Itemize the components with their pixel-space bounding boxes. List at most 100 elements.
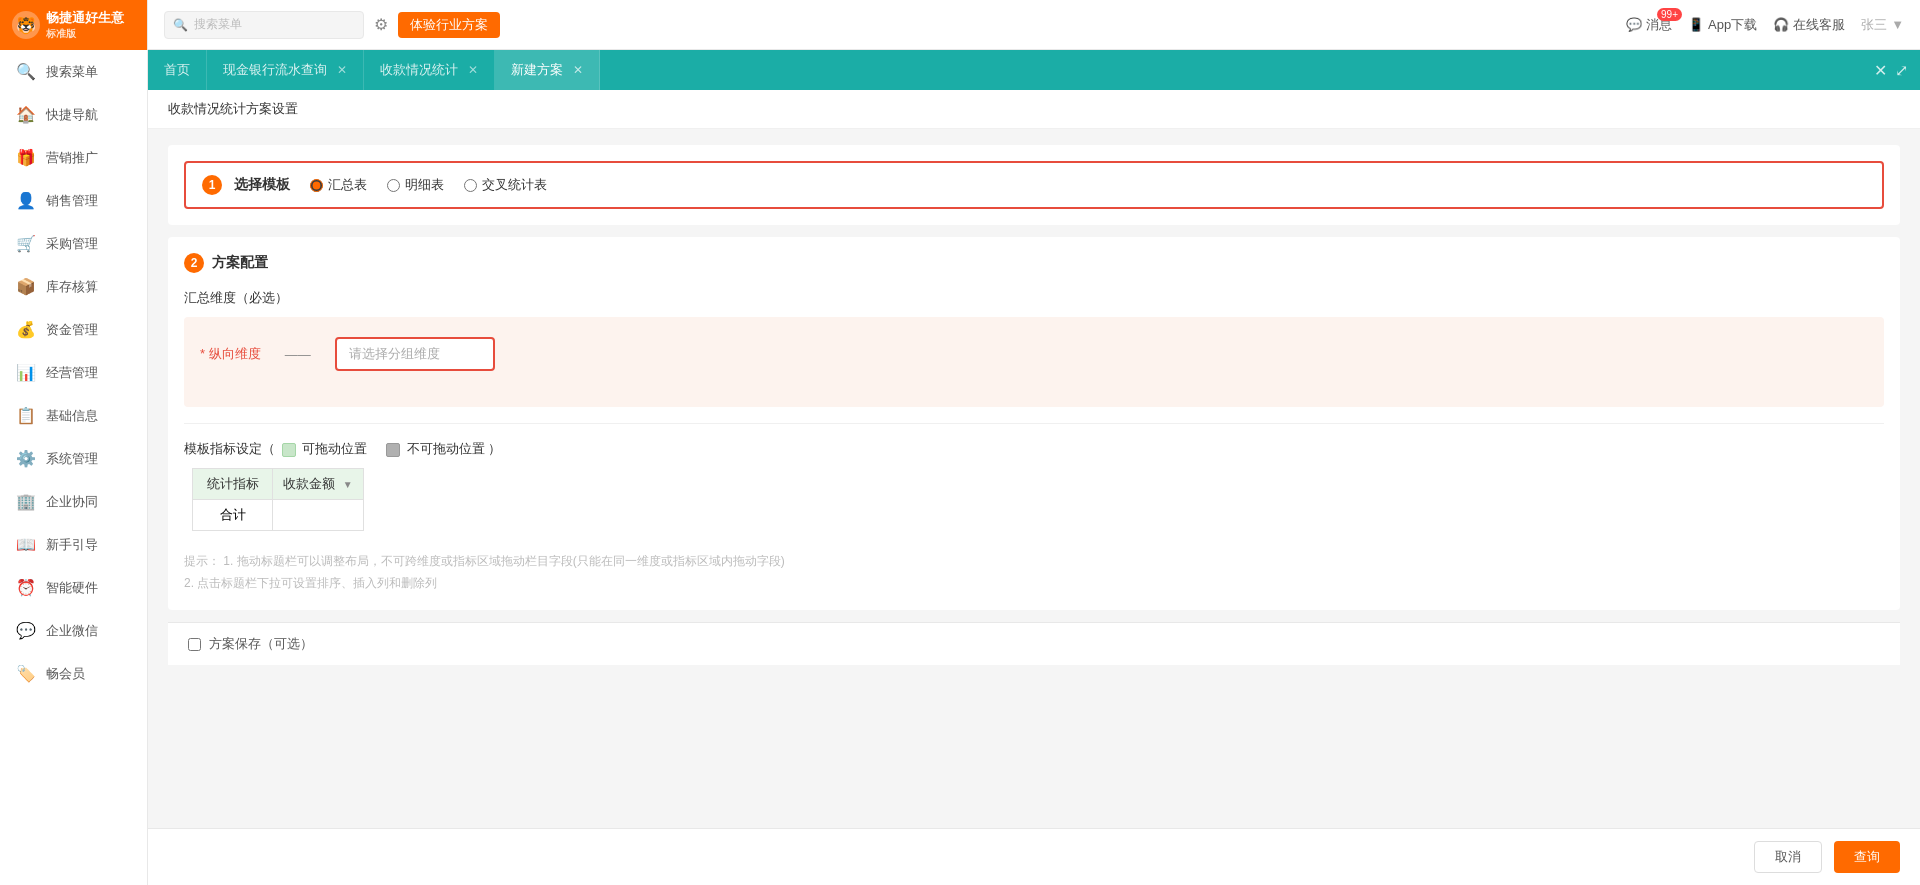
content-area: 1 选择模板 汇总表 明细表 交叉统计表	[148, 129, 1920, 693]
tabs-window-buttons: ✕ ⤢	[1874, 61, 1920, 80]
sidebar-item-label: 资金管理	[46, 321, 98, 339]
vertical-label: * 纵向维度	[200, 345, 261, 363]
tab-new-plan[interactable]: 新建方案 ✕	[495, 50, 600, 90]
sidebar-item-basic-info[interactable]: 📋 基础信息	[0, 394, 147, 437]
search-icon: 🔍	[173, 18, 188, 32]
dimension-select-dropdown[interactable]: 请选择分组维度	[335, 337, 495, 371]
sidebar-item-label: 销售管理	[46, 192, 98, 210]
sidebar-item-marketing[interactable]: 🎁 营销推广	[0, 136, 147, 179]
settings-icon[interactable]: ⚙	[374, 15, 388, 34]
sidebar-item-label: 企业微信	[46, 622, 98, 640]
app-download-btn[interactable]: 📱 App下载	[1688, 16, 1757, 34]
indicator-header-label: 模板指标设定（ 可拖动位置 不可拖动位置 ）	[184, 440, 501, 458]
tab-bank-flow-close[interactable]: ✕	[337, 63, 347, 77]
sidebar-item-label: 智能硬件	[46, 579, 98, 597]
chat-icon: 💬	[16, 621, 36, 640]
sidebar-item-sales[interactable]: 👤 销售管理	[0, 179, 147, 222]
step2-number: 2	[184, 253, 204, 273]
tab-home[interactable]: 首页	[148, 50, 207, 90]
query-button[interactable]: 查询	[1834, 841, 1900, 873]
tab-collection-stats[interactable]: 收款情况统计 ✕	[364, 50, 495, 90]
sidebar-item-system[interactable]: ⚙️ 系统管理	[0, 437, 147, 480]
sidebar-nav: 🔍 搜索菜单 🏠 快捷导航 🎁 营销推广 👤 销售管理 🛒 采购管理 📦 库存核…	[0, 50, 147, 885]
tab-collection-stats-close[interactable]: ✕	[468, 63, 478, 77]
trial-button[interactable]: 体验行业方案	[398, 12, 500, 38]
save-label[interactable]: 方案保存（可选）	[209, 635, 313, 653]
radio-summary-label: 汇总表	[328, 176, 367, 194]
logo-badge: 标准版	[46, 27, 124, 41]
tag-icon: 🏷️	[16, 664, 36, 683]
col-dropdown-icon[interactable]: ▼	[343, 479, 353, 490]
sidebar-item-member[interactable]: 🏷️ 畅会员	[0, 652, 147, 695]
tab-bank-flow-label: 现金银行流水查询	[223, 61, 327, 79]
chevron-down-icon: ▼	[1891, 17, 1904, 32]
tab-collection-stats-label: 收款情况统计	[380, 61, 458, 79]
topbar-left: 🔍 搜索菜单 ⚙ 体验行业方案	[164, 11, 500, 39]
indicator-table: 统计指标 收款金额 ▼ 合计	[192, 468, 364, 531]
notif-badge: 99+	[1657, 8, 1682, 21]
save-checkbox[interactable]	[188, 638, 201, 651]
window-maximize-icon[interactable]: ⤢	[1895, 61, 1908, 80]
sidebar-item-purchase[interactable]: 🛒 采购管理	[0, 222, 147, 265]
sidebar-item-search-menu[interactable]: 🔍 搜索菜单	[0, 50, 147, 93]
sidebar-item-wechat[interactable]: 💬 企业微信	[0, 609, 147, 652]
cancel-button[interactable]: 取消	[1754, 841, 1822, 873]
sidebar-item-label: 库存核算	[46, 278, 98, 296]
sidebar-item-hardware[interactable]: ⏰ 智能硬件	[0, 566, 147, 609]
stat-indicator-header: 统计指标	[193, 469, 273, 500]
message-icon: 💬	[1626, 17, 1642, 32]
topbar-right: 💬 消息 99+ 📱 App下载 🎧 在线客服 张三 ▼	[1626, 16, 1904, 34]
row1-val	[273, 500, 364, 531]
col1-header[interactable]: 收款金额 ▼	[273, 469, 364, 500]
user-info[interactable]: 张三 ▼	[1861, 16, 1904, 34]
sidebar-item-label: 基础信息	[46, 407, 98, 425]
indicator-header: 模板指标设定（ 可拖动位置 不可拖动位置 ）	[184, 440, 1884, 458]
logo-icon: 🐯	[12, 11, 40, 39]
step1-title: 选择模板	[234, 176, 290, 194]
tab-home-label: 首页	[164, 61, 190, 79]
vertical-dimension-row: * 纵向维度 —— 请选择分组维度	[200, 337, 1868, 371]
sidebar-item-guide[interactable]: 📖 新手引导	[0, 523, 147, 566]
sidebar-item-label: 快捷导航	[46, 106, 98, 124]
step2-title: 方案配置	[212, 254, 268, 272]
gift-icon: 🎁	[16, 148, 36, 167]
clipboard-icon: 📋	[16, 406, 36, 425]
sidebar-item-operations[interactable]: 📊 经营管理	[0, 351, 147, 394]
tabs-bar: 首页 现金银行流水查询 ✕ 收款情况统计 ✕ 新建方案 ✕ ✕ ⤢	[148, 50, 1920, 90]
radio-summary-input[interactable]	[310, 179, 323, 192]
gear-icon: ⚙️	[16, 449, 36, 468]
radio-cross-input[interactable]	[464, 179, 477, 192]
tab-bank-flow[interactable]: 现金银行流水查询 ✕	[207, 50, 364, 90]
search-bar[interactable]: 🔍 搜索菜单	[164, 11, 364, 39]
notification-btn[interactable]: 💬 消息 99+	[1626, 16, 1672, 34]
radio-detail[interactable]: 明细表	[387, 176, 444, 194]
topbar: 🔍 搜索菜单 ⚙ 体验行业方案 💬 消息 99+ 📱 App下载 🎧 在线客服 …	[148, 0, 1920, 50]
radio-summary[interactable]: 汇总表	[310, 176, 367, 194]
logo-text: 畅捷通好生意	[46, 9, 124, 27]
sidebar-item-label: 新手引导	[46, 536, 98, 554]
customer-service-btn[interactable]: 🎧 在线客服	[1773, 16, 1845, 34]
breadcrumb: 收款情况统计方案设置	[168, 101, 298, 116]
cart-icon: 🛒	[16, 234, 36, 253]
sidebar-item-finance[interactable]: 💰 资金管理	[0, 308, 147, 351]
main-content: 收款情况统计方案设置 1 选择模板 汇总表 明细表	[148, 90, 1920, 885]
sidebar-item-label: 采购管理	[46, 235, 98, 253]
download-icon: 📱	[1688, 17, 1704, 32]
radio-cross[interactable]: 交叉统计表	[464, 176, 547, 194]
sidebar-logo: 🐯 畅捷通好生意 标准版	[0, 0, 147, 50]
dimension-label: 汇总维度（必选）	[184, 289, 1884, 307]
sidebar-item-quick-nav[interactable]: 🏠 快捷导航	[0, 93, 147, 136]
tab-new-plan-close[interactable]: ✕	[573, 63, 583, 77]
sidebar-item-label: 营销推广	[46, 149, 98, 167]
book-icon: 📖	[16, 535, 36, 554]
service-icon: 🎧	[1773, 17, 1789, 32]
sidebar-item-enterprise[interactable]: 🏢 企业协同	[0, 480, 147, 523]
clock-icon: ⏰	[16, 578, 36, 597]
sidebar-item-label: 系统管理	[46, 450, 98, 468]
sidebar-item-inventory[interactable]: 📦 库存核算	[0, 265, 147, 308]
radio-detail-input[interactable]	[387, 179, 400, 192]
arrow-icon: ——	[285, 347, 311, 362]
window-close-icon[interactable]: ✕	[1874, 61, 1887, 80]
template-radio-group: 汇总表 明细表 交叉统计表	[310, 176, 547, 194]
sidebar: 🐯 畅捷通好生意 标准版 🔍 搜索菜单 🏠 快捷导航 🎁 营销推广 👤 销售管理…	[0, 0, 148, 885]
